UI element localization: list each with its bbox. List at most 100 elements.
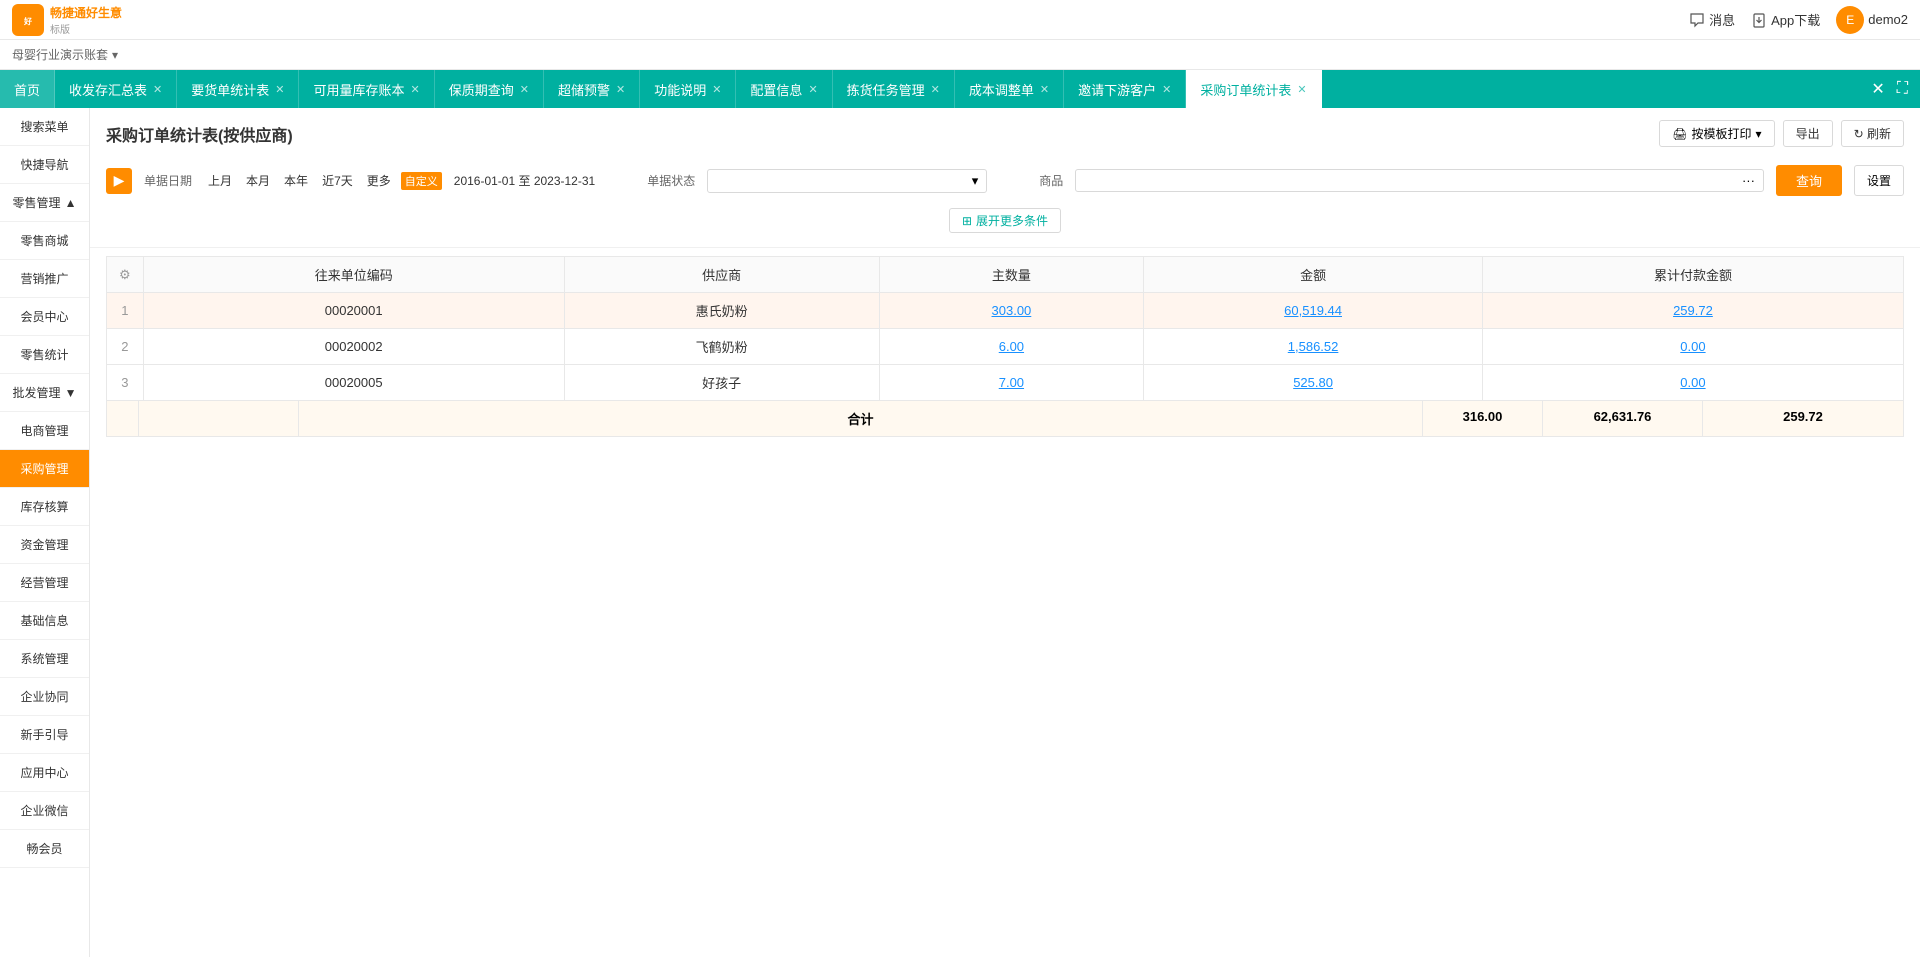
tab-chengben[interactable]: 成本调整单 ✕ [955,70,1064,108]
sidebar-item-purchase[interactable]: 采购管理 [0,450,89,488]
expand-label: 展开更多条件 [976,212,1048,229]
tab-yaohuo[interactable]: 要货单统计表 ✕ [177,70,299,108]
close-tab-jianhuo[interactable]: ✕ [931,83,940,96]
user-area[interactable]: E demo2 [1836,6,1908,34]
sidebar-item-ecommerce[interactable]: 电商管理 [0,412,89,450]
tab-peizhi[interactable]: 配置信息 ✕ [736,70,832,108]
shortcut-more[interactable]: 更多 [363,170,395,191]
sidebar-item-finance[interactable]: 资金管理 [0,526,89,564]
message-btn[interactable]: 消息 [1689,10,1735,29]
sidebar-item-marketing[interactable]: 营销推广 [0,260,89,298]
refresh-icon: ↻ [1854,127,1864,141]
close-tab-baozhiqi[interactable]: ✕ [520,83,529,96]
footer-empty-cell [107,401,139,436]
tab-yaoqing[interactable]: 邀请下游客户 ✕ [1064,70,1186,108]
export-button[interactable]: 导出 [1783,120,1833,147]
filter-toggle-btn[interactable]: ▶ [106,168,132,194]
row3-qty: 7.00 [879,365,1144,401]
row2-paid: 0.00 [1482,329,1903,365]
nav-fullscreen-btn[interactable]: ⛶ [1893,76,1912,102]
sidebar-item-operations[interactable]: 经营管理 [0,564,89,602]
sidebar-item-enterprise[interactable]: 企业协同 [0,678,89,716]
row1-supplier: 惠氏奶粉 [564,293,879,329]
shortcut-7days[interactable]: 近7天 [318,170,357,191]
username-label: demo2 [1868,12,1908,27]
table-header-row: ⚙ 往来单位编码 供应商 主数量 金额 累计付款金额 [107,257,1904,293]
close-tab-chengben[interactable]: ✕ [1040,83,1049,96]
template-print-icon: 🖨 [1672,127,1687,141]
sidebar-item-vip[interactable]: 畅会员 [0,830,89,868]
shortcut-this-year[interactable]: 本年 [280,170,312,191]
tab-gongneng[interactable]: 功能说明 ✕ [640,70,736,108]
sidebar-item-system[interactable]: 系统管理 [0,640,89,678]
sidebar-item-wholesale[interactable]: 批发管理 ▼ [0,374,89,412]
sidebar-item-member[interactable]: 会员中心 [0,298,89,336]
sidebar-item-newuser[interactable]: 新手引导 [0,716,89,754]
row2-qty: 6.00 [879,329,1144,365]
footer-paid-cell: 259.72 [1703,401,1903,436]
close-tab-chaochu[interactable]: ✕ [616,83,625,96]
template-print-label: 按模板打印 [1692,125,1752,142]
sidebar-item-appcenter[interactable]: 应用中心 [0,754,89,792]
tab-keyongliang[interactable]: 可用量库存账本 ✕ [299,70,434,108]
close-tab-gongneng[interactable]: ✕ [712,83,721,96]
tab-jianhuo[interactable]: 拣货任务管理 ✕ [833,70,955,108]
custom-date-tag[interactable]: 自定义 [401,172,442,190]
search-menu-label: 搜索菜单 [6,118,83,135]
expand-more-btn[interactable]: ⊞ 展开更多条件 [949,208,1061,233]
tab-baozhiqi[interactable]: 保质期查询 ✕ [435,70,544,108]
close-tab-caigou[interactable]: ✕ [1297,83,1306,96]
table-gear-icon[interactable]: ⚙ [119,267,131,282]
expand-icon: ⊞ [962,214,972,228]
col-amount: 金额 [1144,257,1483,293]
close-tab-peizhi[interactable]: ✕ [808,83,817,96]
sidebar-item-retail-mgmt[interactable]: 零售管理 ▲ [0,184,89,222]
row2-code: 00020002 [143,329,564,365]
close-tab-yaohuo[interactable]: ✕ [275,83,284,96]
nav-right-actions: ✕ ⛶ [1867,75,1920,103]
template-print-button[interactable]: 🖨 按模板打印 ▾ [1659,120,1774,147]
table-row: 2 00020002 飞鹤奶粉 6.00 1,586.52 0.00 [107,329,1904,365]
row3-no: 3 [107,365,144,401]
main-layout: 搜索菜单 快捷导航 零售管理 ▲ 零售商城 营销推广 会员中心 零售统计 批发管… [0,108,1920,957]
nav-close-btn[interactable]: ✕ [1867,75,1888,103]
workspace-bar: 母婴行业演示账套 ▾ [0,40,1920,70]
tab-shoufacun[interactable]: 收发存汇总表 ✕ [55,70,177,108]
goods-filter-input[interactable] [1084,174,1742,188]
tab-caigou-active[interactable]: 采购订单统计表 ✕ [1186,70,1321,108]
data-table: ⚙ 往来单位编码 供应商 主数量 金额 累计付款金额 1 00020001 [106,256,1904,401]
page-inner: 采购订单统计表(按供应商) 🖨 按模板打印 ▾ 导出 ↻ 刷新 [90,108,1920,957]
tab-home[interactable]: 首页 [0,70,55,108]
sidebar: 搜索菜单 快捷导航 零售管理 ▲ 零售商城 营销推广 会员中心 零售统计 批发管… [0,108,90,957]
sidebar-item-retail-mall[interactable]: 零售商城 [0,222,89,260]
top-bar: 好 畅捷通好生意 标版 消息 App下载 E demo2 [0,0,1920,40]
status-filter-label: 单据状态 [647,172,695,189]
sidebar-item-basic-info[interactable]: 基础信息 [0,602,89,640]
shortcut-this-month[interactable]: 本月 [242,170,274,191]
footer-supplier-cell: 合计 [299,401,1423,436]
sidebar-item-search[interactable]: 搜索菜单 [0,108,89,146]
workspace-selector[interactable]: 母婴行业演示账套 ▾ [12,46,118,63]
goods-more-icon[interactable]: ··· [1742,173,1755,188]
sidebar-item-retail-stats[interactable]: 零售统计 [0,336,89,374]
sidebar-item-wechat[interactable]: 企业微信 [0,792,89,830]
sidebar-item-quicknav[interactable]: 快捷导航 [0,146,89,184]
refresh-button[interactable]: ↻ 刷新 [1841,120,1904,147]
app-download-btn[interactable]: App下载 [1751,10,1820,29]
close-tab-shoufacun[interactable]: ✕ [153,83,162,96]
status-filter-select[interactable]: ▾ [707,169,987,193]
download-icon [1751,12,1767,28]
page-header: 采购订单统计表(按供应商) 🖨 按模板打印 ▾ 导出 ↻ 刷新 [90,108,1920,155]
template-arrow-icon: ▾ [1756,127,1762,141]
nav-tabs: 首页 收发存汇总表 ✕ 要货单统计表 ✕ 可用量库存账本 ✕ 保质期查询 ✕ 超… [0,70,1920,108]
close-tab-keyongliang[interactable]: ✕ [411,83,420,96]
sidebar-item-inventory[interactable]: 库存核算 [0,488,89,526]
close-tab-yaoqing[interactable]: ✕ [1162,83,1171,96]
tab-chaochu[interactable]: 超储预警 ✕ [544,70,640,108]
filter-area: ▶ 单据日期 上月 本月 本年 近7天 更多 自定义 2016-01-01 至 … [90,155,1920,248]
export-label: 导出 [1796,127,1820,141]
shortcut-last-month[interactable]: 上月 [204,170,236,191]
settings-button[interactable]: 设置 [1854,165,1904,196]
row3-supplier: 好孩子 [564,365,879,401]
query-button[interactable]: 查询 [1776,165,1842,196]
